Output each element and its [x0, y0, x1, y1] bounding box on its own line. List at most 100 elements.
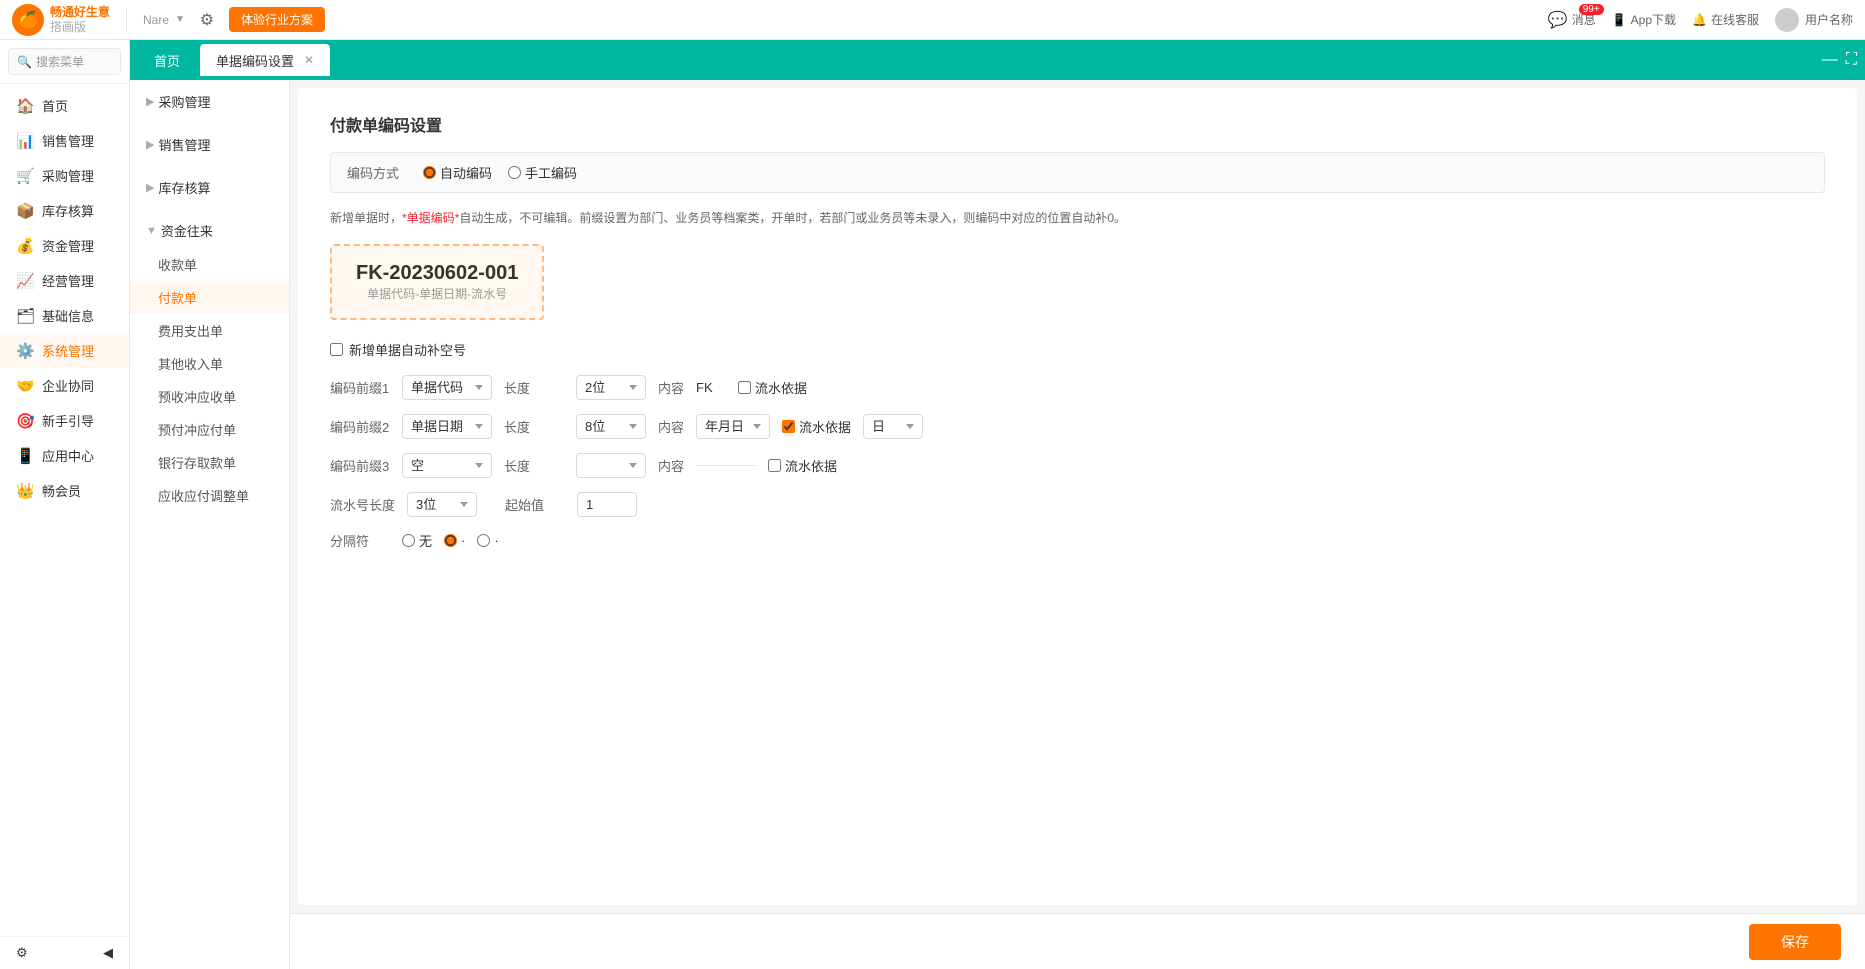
message-button[interactable]: 💬 消息 99+	[1548, 10, 1596, 30]
sep-dot2-radio[interactable]: ·	[477, 533, 498, 548]
sec-item-receipt[interactable]: 收款单	[130, 248, 289, 281]
length-label-3: 长度	[504, 456, 564, 475]
watermark-checkbox-3[interactable]	[768, 459, 781, 472]
sec-item-bank-deposit[interactable]: 银行存取款单	[130, 446, 289, 479]
group-purchase: ▶ 采购管理	[130, 80, 289, 123]
top-bar: 🍊 畅通好生意 搭画版 Nare ▼ ⚙ 体验行业方案 💬 消息 99+ 📱 A…	[0, 0, 1865, 40]
sidebar-item-guide[interactable]: 🎯 新手引导	[0, 403, 129, 438]
encode-method-row: 编码方式 自动编码 手工编码	[330, 152, 1825, 193]
chevron-down-icon: ▼	[146, 225, 157, 237]
prefix-select-1[interactable]: 单据代码 单据日期 部门 业务员 空	[402, 375, 492, 400]
auto-fill-row: 新增单据自动补空号	[330, 340, 1825, 359]
separator-label: 分隔符	[330, 531, 390, 550]
sep-none-radio[interactable]: 无	[402, 531, 432, 550]
top-bar-right: 💬 消息 99+ 📱 App下载 🔔 在线客服 用户名称	[1548, 8, 1853, 32]
search-menu-button[interactable]: 🔍 搜索菜单	[8, 48, 121, 75]
length-label-1: 长度	[504, 378, 564, 397]
chevron-right-icon: ▶	[146, 138, 154, 151]
tab-close-icon[interactable]: ✕	[304, 53, 314, 67]
sidebar-item-finance[interactable]: 💰 资金管理	[0, 228, 129, 263]
group-finance-items: 收款单 付款单 费用支出单 其他收入单 预收冲应收单	[130, 248, 289, 512]
sidebar-item-inventory[interactable]: 📦 库存核算	[0, 193, 129, 228]
sep-dot-radio[interactable]: ·	[444, 533, 465, 548]
prefix-select-3[interactable]: 单据代码 单据日期 部门 业务员 空	[402, 453, 492, 478]
auto-encode-radio[interactable]: 自动编码	[423, 163, 492, 182]
auto-fill-checkbox[interactable]	[330, 343, 343, 356]
watermark-checkbox-1-label[interactable]: 流水依据	[738, 378, 807, 397]
watermark-checkbox-3-label[interactable]: 流水依据	[768, 456, 837, 475]
online-service-button[interactable]: 🔔 在线客服	[1692, 11, 1759, 28]
start-value-input[interactable]	[577, 492, 637, 517]
settings-bottom-icon[interactable]: ⚙	[16, 945, 28, 961]
sec-item-prepay-pay[interactable]: 预付冲应付单	[130, 413, 289, 446]
sidebar-item-basic[interactable]: 🗂 基础信息	[0, 298, 129, 333]
serial-select[interactable]: 3位 4位 5位 6位	[407, 492, 477, 517]
tab-home[interactable]: 首页	[138, 44, 196, 76]
content-value-3	[696, 465, 756, 466]
sidebar-item-operations[interactable]: 📈 经营管理	[0, 263, 129, 298]
config-row-1: 编码前缀1 单据代码 单据日期 部门 业务员 空 长度 2位 4位 6位	[330, 375, 1825, 400]
maximize-icon[interactable]: ⛶	[1846, 51, 1857, 69]
watermark-checkbox-2-label[interactable]: 流水依据	[782, 417, 851, 436]
sec-item-other-income[interactable]: 其他收入单	[130, 347, 289, 380]
prefix-label-2: 编码前缀2	[330, 417, 390, 436]
sec-item-ar-ap-adj[interactable]: 应收应付调整单	[130, 479, 289, 512]
sidebar-bottom: ⚙ ◀	[0, 936, 129, 969]
app-download-button[interactable]: 📱 App下载	[1612, 11, 1676, 28]
inventory-icon: 📦	[16, 202, 34, 220]
prefix-label-1: 编码前缀1	[330, 378, 390, 397]
divider	[126, 8, 127, 32]
watermark-checkbox-2[interactable]	[782, 420, 795, 433]
length-select-3[interactable]: 2位 4位	[576, 453, 646, 478]
industry-solution-button[interactable]: 体验行业方案	[229, 7, 325, 32]
save-button[interactable]: 保存	[1749, 924, 1841, 960]
length-select-1[interactable]: 2位 4位 6位	[576, 375, 646, 400]
sec-item-prepay-recv[interactable]: 预收冲应收单	[130, 380, 289, 413]
sec-item-expense[interactable]: 费用支出单	[130, 314, 289, 347]
watermark-checkbox-1[interactable]	[738, 381, 751, 394]
period-select-2[interactable]: 日 月 年	[863, 414, 923, 439]
system-icon: ⚙️	[16, 342, 34, 360]
sec-item-payment[interactable]: 付款单	[130, 281, 289, 314]
auto-fill-checkbox-label[interactable]: 新增单据自动补空号	[330, 340, 1825, 359]
group-inventory-title[interactable]: ▶ 库存核算	[130, 170, 289, 205]
sidebar-item-system[interactable]: ⚙️ 系统管理	[0, 333, 129, 368]
tab-bar: 首页 单据编码设置 ✕ — ⛶	[130, 40, 1865, 80]
tab-barcode[interactable]: 单据编码设置 ✕	[200, 44, 330, 76]
content-area: 首页 单据编码设置 ✕ — ⛶ ▶ 采购管理	[130, 40, 1865, 969]
config-row-3: 编码前缀3 单据代码 单据日期 部门 业务员 空 长度 2位 4位	[330, 453, 1825, 478]
sales-icon: 📊	[16, 132, 34, 150]
length-select-2[interactable]: 2位 4位 6位 8位	[576, 414, 646, 439]
finance-icon: 💰	[16, 237, 34, 255]
code-preview-box: FK-20230602-001 单据代码-单据日期-流水号	[330, 244, 544, 320]
user-area[interactable]: 用户名称	[1775, 8, 1853, 32]
sidebar-item-member[interactable]: 👑 畅会员	[0, 473, 129, 508]
code-preview-value: FK-20230602-001	[356, 262, 518, 285]
operations-icon: 📈	[16, 272, 34, 290]
content-select-2[interactable]: 年月日 年月 年	[696, 414, 770, 439]
sidebar-item-purchase[interactable]: 🛒 采购管理	[0, 158, 129, 193]
group-sales-title[interactable]: ▶ 销售管理	[130, 127, 289, 162]
page-title: 付款单编码设置	[330, 112, 1825, 136]
group-purchase-title[interactable]: ▶ 采购管理	[130, 84, 289, 119]
serial-label: 流水号长度	[330, 495, 395, 514]
sidebar-item-home[interactable]: 🏠 首页	[0, 88, 129, 123]
logo: 🍊 畅通好生意 搭画版	[12, 4, 110, 36]
collapse-icon[interactable]: ◀	[103, 945, 113, 961]
enterprise-icon: 🤝	[16, 377, 34, 395]
prefix-select-2[interactable]: 单据代码 单据日期 部门 业务员 空	[402, 414, 492, 439]
content-value-1: FK	[696, 380, 726, 395]
sidebar-search: 🔍 搜索菜单	[0, 40, 129, 84]
group-finance-title[interactable]: ▼ 资金往来	[130, 213, 289, 248]
encode-method-label: 编码方式	[347, 163, 399, 182]
sidebar-item-sales[interactable]: 📊 销售管理	[0, 123, 129, 158]
sidebar-item-apps[interactable]: 📱 应用中心	[0, 438, 129, 473]
minimize-icon[interactable]: —	[1822, 51, 1838, 69]
tab-bar-right: — ⛶	[1822, 51, 1857, 69]
serial-row: 流水号长度 3位 4位 5位 6位 起始值	[330, 492, 1825, 517]
code-preview-desc: 单据代码-单据日期-流水号	[367, 287, 507, 301]
manual-encode-radio[interactable]: 手工编码	[508, 163, 577, 182]
secondary-sidebar: ▶ 采购管理 ▶ 销售管理 ▶ 库存核算	[130, 80, 290, 969]
sidebar-item-enterprise[interactable]: 🤝 企业协同	[0, 368, 129, 403]
settings-button[interactable]: ⚙	[193, 6, 221, 34]
